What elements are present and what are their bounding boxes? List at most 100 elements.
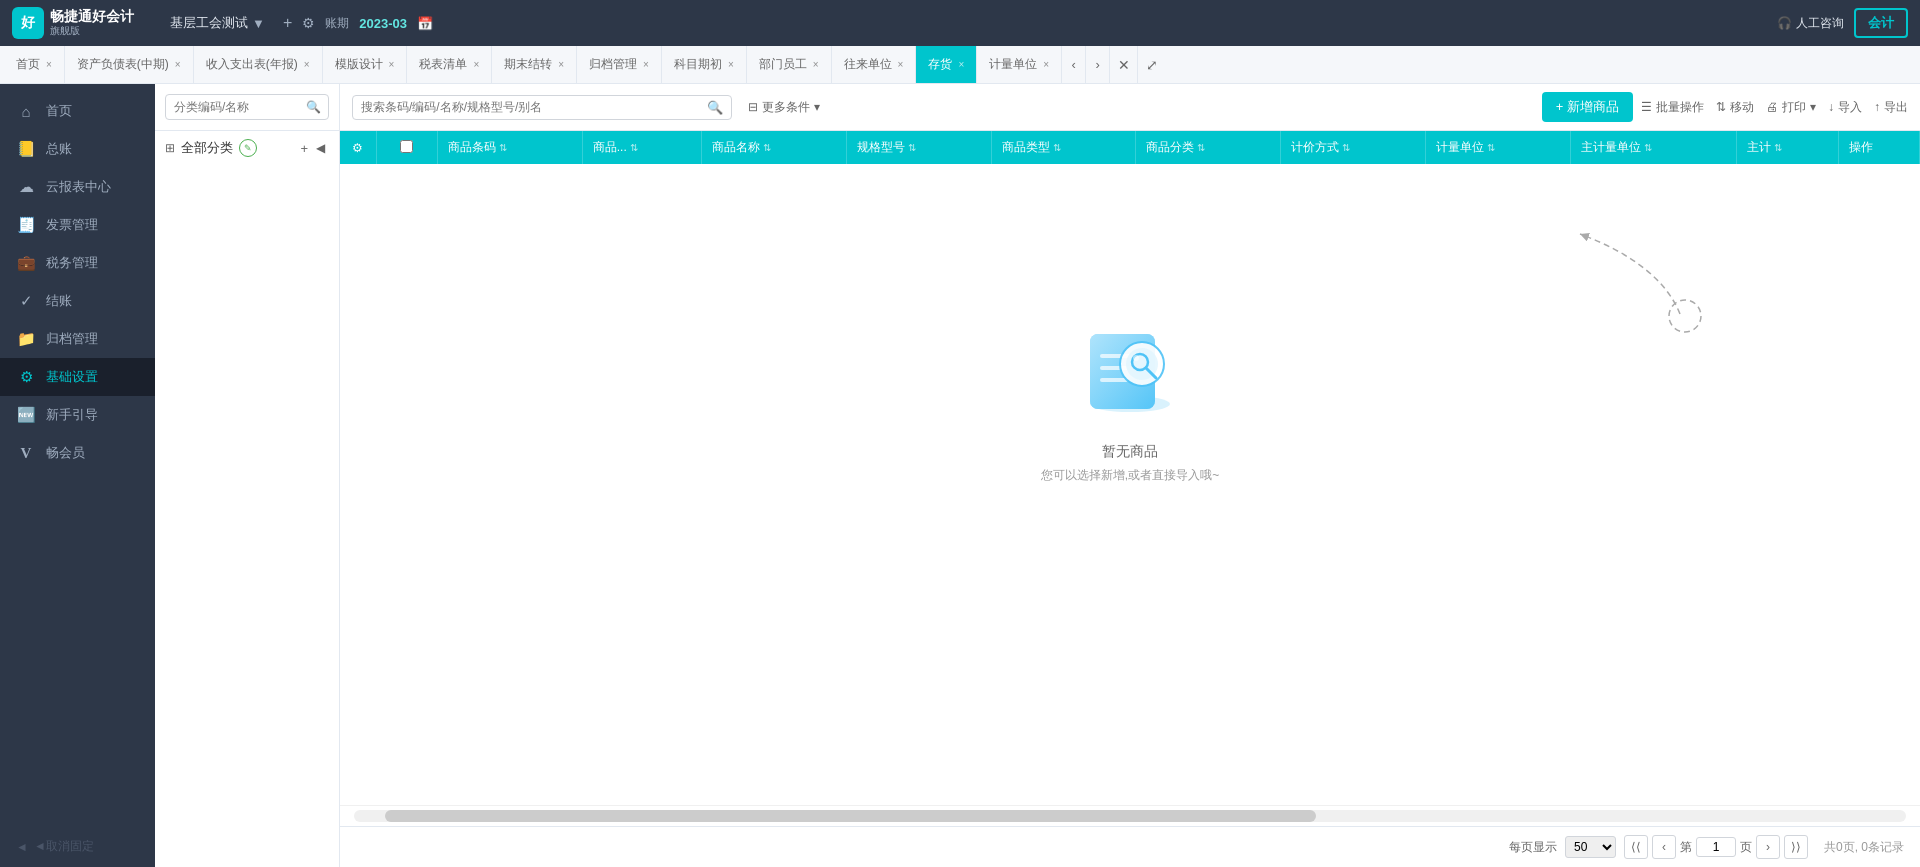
- th-main-unit-label: 主计量单位: [1581, 139, 1641, 156]
- table-header-row: ⚙ 商品条码 ⇅: [340, 131, 1920, 164]
- tab-tax[interactable]: 税表清单 ×: [407, 46, 492, 84]
- th-name[interactable]: 商品名称 ⇅: [702, 131, 847, 164]
- tab-dept-close[interactable]: ×: [813, 59, 819, 70]
- tab-partner[interactable]: 往来单位 ×: [832, 46, 917, 84]
- page-sheet-label: 第: [1680, 839, 1692, 856]
- category-collapse-btn[interactable]: ◀: [312, 139, 329, 157]
- tab-home[interactable]: 首页 ×: [4, 46, 65, 84]
- tab-expand-btn[interactable]: ⤢: [1138, 46, 1166, 84]
- th-spec-label: 规格型号: [857, 139, 905, 156]
- th-unit[interactable]: 计量单位 ⇅: [1425, 131, 1570, 164]
- tab-inventory-close[interactable]: ×: [958, 59, 964, 70]
- app-logo-icon: 好: [12, 7, 44, 39]
- th-main-unit[interactable]: 主计量单位 ⇅: [1570, 131, 1736, 164]
- th-type-sort: ⇅: [1053, 142, 1061, 153]
- filter-btn[interactable]: ⊟ 更多条件 ▾: [740, 95, 828, 120]
- category-add-btn[interactable]: +: [300, 141, 308, 156]
- th-spec[interactable]: 规格型号 ⇅: [846, 131, 991, 164]
- th-unit-sort: ⇅: [1487, 142, 1495, 153]
- sidebar-item-archive[interactable]: 📁 归档管理: [0, 320, 155, 358]
- th-barcode[interactable]: 商品条码 ⇅: [438, 131, 583, 164]
- sidebar-item-basic[interactable]: ⚙ 基础设置: [0, 358, 155, 396]
- tab-dept[interactable]: 部门员工 ×: [747, 46, 832, 84]
- tab-inventory[interactable]: 存货 ×: [916, 46, 977, 84]
- th-code[interactable]: 商品... ⇅: [582, 131, 701, 164]
- horizontal-scrollbar[interactable]: [354, 810, 1906, 822]
- th-price-method[interactable]: 计价方式 ⇅: [1281, 131, 1426, 164]
- company-selector[interactable]: 基层工会测试 ▼: [162, 10, 273, 36]
- add-goods-btn[interactable]: + 新增商品: [1542, 92, 1633, 122]
- move-icon: ⇅: [1716, 100, 1726, 114]
- batch-label: 批量操作: [1656, 99, 1704, 116]
- tab-balance-close[interactable]: ×: [175, 59, 181, 70]
- add-tab-btn[interactable]: +: [283, 14, 292, 32]
- sidebar-item-home[interactable]: ⌂ 首页: [0, 92, 155, 130]
- sidebar-item-member[interactable]: V 畅会员: [0, 434, 155, 472]
- tab-close-all-btn[interactable]: ✕: [1110, 46, 1138, 84]
- page-prev-btn[interactable]: ‹: [1652, 835, 1676, 859]
- horizontal-scrollbar-area: [340, 805, 1920, 826]
- move-btn[interactable]: ⇅ 移动: [1716, 99, 1754, 116]
- tab-archive[interactable]: 归档管理 ×: [577, 46, 662, 84]
- settings-tab-icon[interactable]: ⚙: [302, 15, 315, 31]
- sidebar-pin-btn[interactable]: ◄ ◄取消固定: [0, 826, 155, 867]
- scroll-thumb[interactable]: [385, 810, 1316, 822]
- sidebar-item-reports[interactable]: ☁ 云报表中心: [0, 168, 155, 206]
- tab-partner-close[interactable]: ×: [898, 59, 904, 70]
- logo-area: 好 畅捷通好会计 旗舰版: [12, 7, 152, 39]
- goods-search-icon[interactable]: 🔍: [707, 100, 723, 115]
- filter-icon: ⊟: [748, 100, 758, 114]
- sidebar-home-label: 首页: [46, 102, 72, 120]
- tab-income-close[interactable]: ×: [304, 59, 310, 70]
- category-edit-circle[interactable]: ✎: [239, 139, 257, 157]
- page-first-btn[interactable]: ⟨⟨: [1624, 835, 1648, 859]
- page-next-btn[interactable]: ›: [1756, 835, 1780, 859]
- category-search-icon[interactable]: 🔍: [306, 100, 321, 114]
- tab-template-close[interactable]: ×: [389, 59, 395, 70]
- print-btn[interactable]: 🖨 打印 ▾: [1766, 99, 1816, 116]
- batch-op-btn[interactable]: ☰ 批量操作: [1641, 99, 1704, 116]
- th-name-label: 商品名称: [712, 139, 760, 156]
- tab-closing[interactable]: 期末结转 ×: [492, 46, 577, 84]
- sidebar-item-guide[interactable]: 🆕 新手引导: [0, 396, 155, 434]
- th-type[interactable]: 商品类型 ⇅: [991, 131, 1136, 164]
- th-settings[interactable]: ⚙: [340, 131, 376, 164]
- company-name: 基层工会测试: [170, 14, 248, 32]
- th-category-sort: ⇅: [1197, 142, 1205, 153]
- select-all-checkbox[interactable]: [400, 140, 413, 153]
- move-label: 移动: [1730, 99, 1754, 116]
- th-checkbox[interactable]: [376, 131, 438, 164]
- invoice-icon: 🧾: [16, 216, 36, 234]
- tab-income[interactable]: 收入支出表(年报) ×: [194, 46, 323, 84]
- tab-tax-close[interactable]: ×: [473, 59, 479, 70]
- tab-closing-close[interactable]: ×: [558, 59, 564, 70]
- export-btn[interactable]: ↑ 导出: [1874, 99, 1908, 116]
- tab-unit[interactable]: 计量单位 ×: [977, 46, 1062, 84]
- tab-archive-close[interactable]: ×: [643, 59, 649, 70]
- calendar-icon[interactable]: 📅: [417, 16, 433, 31]
- th-col3[interactable]: 主计 ⇅: [1737, 131, 1838, 164]
- th-category[interactable]: 商品分类 ⇅: [1136, 131, 1281, 164]
- sidebar: ⌂ 首页 📒 总账 ☁ 云报表中心 🧾 发票管理 💼 税务管理 ✓ 结账: [0, 84, 155, 867]
- consult-button[interactable]: 🎧 人工咨询: [1777, 15, 1844, 32]
- import-btn[interactable]: ↓ 导入: [1828, 99, 1862, 116]
- category-search-input[interactable]: [165, 94, 329, 120]
- page-last-btn[interactable]: ⟩⟩: [1784, 835, 1808, 859]
- tab-next-btn[interactable]: ›: [1086, 46, 1110, 84]
- page-size-select[interactable]: 10 20 50 100: [1565, 836, 1616, 858]
- sidebar-item-settle[interactable]: ✓ 结账: [0, 282, 155, 320]
- sidebar-item-tax[interactable]: 💼 税务管理: [0, 244, 155, 282]
- ledger-icon: 📒: [16, 140, 36, 158]
- tab-subject-close[interactable]: ×: [728, 59, 734, 70]
- tab-home-close[interactable]: ×: [46, 59, 52, 70]
- tab-balance[interactable]: 资产负债表(中期) ×: [65, 46, 194, 84]
- tab-subject[interactable]: 科目期初 ×: [662, 46, 747, 84]
- account-button[interactable]: 会计: [1854, 8, 1908, 38]
- sidebar-item-ledger[interactable]: 📒 总账: [0, 130, 155, 168]
- goods-search-input[interactable]: [361, 100, 703, 114]
- page-number-input[interactable]: [1696, 837, 1736, 857]
- tab-template[interactable]: 模版设计 ×: [323, 46, 408, 84]
- sidebar-item-invoice[interactable]: 🧾 发票管理: [0, 206, 155, 244]
- tab-unit-close[interactable]: ×: [1043, 59, 1049, 70]
- tab-prev-btn[interactable]: ‹: [1062, 46, 1086, 84]
